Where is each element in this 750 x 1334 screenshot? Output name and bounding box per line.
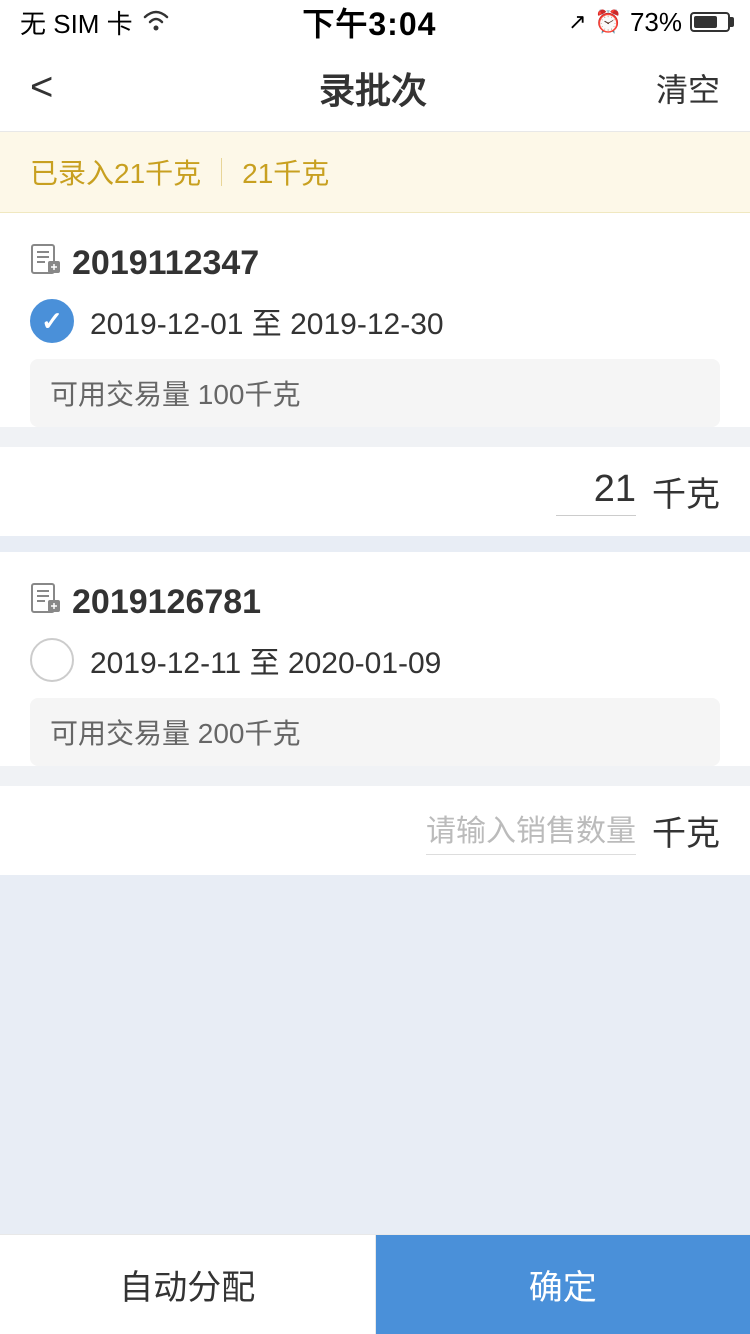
batch1-available-qty: 可用交易量 100千克	[30, 359, 720, 427]
batch1-radio[interactable]	[30, 299, 74, 343]
info-banner: 已录入21千克 21千克	[0, 132, 750, 213]
carrier-label: 无 SIM 卡	[20, 4, 133, 41]
batch2-qty-input[interactable]: 请输入销售数量	[426, 806, 636, 855]
batch1-date-row: 2019-12-01 至 2019-12-30	[30, 299, 720, 343]
batch-doc-icon-2	[30, 582, 62, 622]
nav-bar: < 录批次 清空	[0, 44, 750, 132]
batch-item-2: 2019126781 2019-12-11 至 2020-01-09 可用交易量…	[0, 552, 750, 766]
auto-distribute-button[interactable]: 自动分配	[0, 1235, 376, 1334]
page-title: 录批次	[319, 62, 427, 114]
batch2-input-row: 请输入销售数量 千克	[0, 786, 750, 875]
batch-doc-icon-1	[30, 243, 62, 283]
batch2-date-row: 2019-12-11 至 2020-01-09	[30, 638, 720, 682]
info-divider	[221, 158, 222, 186]
back-button[interactable]: <	[30, 65, 90, 110]
batch2-input-unit: 千克	[652, 806, 720, 855]
batch1-header: 2019112347	[30, 243, 720, 283]
time-display: 下午3:04	[302, 0, 436, 45]
batch1-amount-unit: 千克	[652, 467, 720, 516]
total-amount: 21千克	[242, 152, 329, 192]
status-right: ↗ ⏰ 73%	[568, 7, 730, 38]
batch1-amount-row: 21 千克	[0, 447, 750, 536]
batch1-date: 2019-12-01 至 2019-12-30	[90, 299, 444, 343]
batch2-radio[interactable]	[30, 638, 74, 682]
batch2-available-qty: 可用交易量 200千克	[30, 698, 720, 766]
status-left: 无 SIM 卡	[20, 4, 171, 41]
batch2-id: 2019126781	[72, 583, 261, 622]
clear-button[interactable]: 清空	[656, 65, 720, 111]
batch2-header: 2019126781	[30, 582, 720, 622]
confirm-button[interactable]: 确定	[376, 1235, 750, 1334]
wifi-icon	[141, 7, 171, 38]
recorded-amount: 已录入21千克	[30, 152, 201, 192]
alarm-icon: ⏰	[595, 9, 622, 35]
battery-percent: 73%	[630, 7, 682, 38]
section-divider-1	[0, 536, 750, 552]
location-icon: ↗	[568, 9, 586, 35]
status-bar: 无 SIM 卡 下午3:04 ↗ ⏰ 73%	[0, 0, 750, 44]
battery-icon	[690, 12, 730, 32]
batch1-amount-value[interactable]: 21	[556, 468, 636, 516]
batch2-date: 2019-12-11 至 2020-01-09	[90, 638, 441, 682]
batch-item-1: 2019112347 2019-12-01 至 2019-12-30 可用交易量…	[0, 213, 750, 427]
batch1-id: 2019112347	[72, 244, 259, 283]
bottom-bar: 自动分配 确定	[0, 1234, 750, 1334]
empty-area	[0, 875, 750, 1275]
